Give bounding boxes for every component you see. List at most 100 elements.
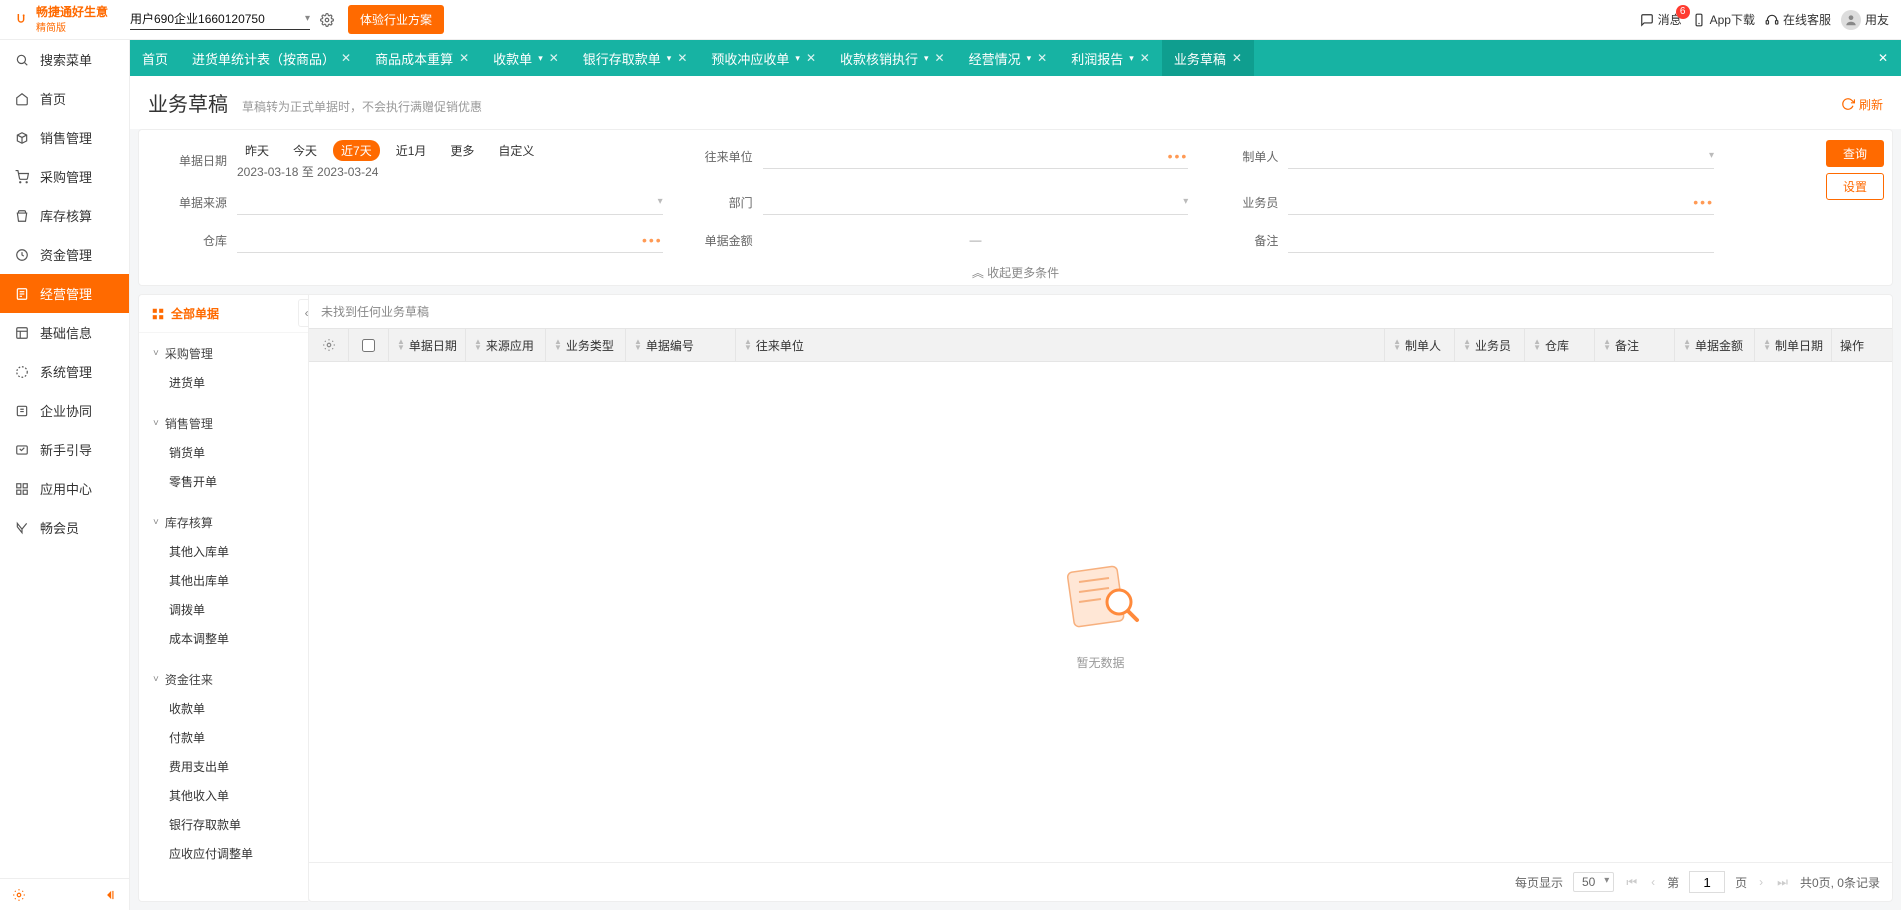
dept-select[interactable]: ▾ xyxy=(763,189,1189,215)
gear-icon[interactable] xyxy=(316,9,338,31)
category-leaf[interactable]: 其他入库单 xyxy=(139,537,308,566)
category-group-label: 采购管理 xyxy=(165,345,213,362)
collapse-nav-icon[interactable] xyxy=(103,887,117,902)
workspace-tab[interactable]: 利润报告▾✕ xyxy=(1059,40,1162,76)
th[interactable]: ▲▼制单日期 xyxy=(1755,329,1832,361)
th[interactable]: ▲▼仓库 xyxy=(1525,329,1595,361)
workspace-tab[interactable]: 预收冲应收单▾✕ xyxy=(699,40,828,76)
workspace-tab[interactable]: 首页 xyxy=(130,40,180,76)
close-tab-icon[interactable]: ✕ xyxy=(1140,51,1150,65)
source-select[interactable]: ▾ xyxy=(237,189,663,215)
remark-input[interactable] xyxy=(1288,227,1714,253)
close-tab-icon[interactable]: ✕ xyxy=(1037,51,1047,65)
collapse-filters-button[interactable]: ︽ 收起更多条件 xyxy=(931,260,1101,285)
online-service-button[interactable]: 在线客服 xyxy=(1765,11,1831,28)
settings-button[interactable]: 设置 xyxy=(1826,173,1884,200)
category-group[interactable]: ˅采购管理 xyxy=(139,339,308,368)
page-last-icon[interactable]: ⏭ xyxy=(1775,875,1790,890)
category-leaf[interactable]: 进货单 xyxy=(139,368,308,397)
leftnav-item[interactable]: 基础信息 xyxy=(0,313,129,352)
refresh-button[interactable]: 刷新 xyxy=(1841,96,1883,113)
leftnav-item[interactable]: 应用中心 xyxy=(0,469,129,508)
quick-today[interactable]: 今天 xyxy=(285,140,325,161)
leftnav-item[interactable]: 搜索菜单 xyxy=(0,40,129,79)
category-leaf[interactable]: 销货单 xyxy=(139,438,308,467)
close-tab-icon[interactable]: ✕ xyxy=(677,51,687,65)
category-group[interactable]: ˅资金往来 xyxy=(139,665,308,694)
leftnav-item[interactable]: 企业协同 xyxy=(0,391,129,430)
collapse-side-button[interactable]: « xyxy=(298,299,308,327)
page-first-icon[interactable]: ⏮ xyxy=(1624,875,1639,890)
category-leaf[interactable]: 付款单 xyxy=(139,723,308,752)
leftnav-item[interactable]: 系统管理 xyxy=(0,352,129,391)
workspace-tab[interactable]: 业务草稿✕ xyxy=(1162,40,1254,76)
th-settings[interactable] xyxy=(309,329,349,361)
workspace-tab[interactable]: 收款核销执行▾✕ xyxy=(828,40,957,76)
workspace-tab[interactable]: 经营情况▾✕ xyxy=(957,40,1060,76)
category-group[interactable]: ˅库存核算 xyxy=(139,508,308,537)
workspace-tab[interactable]: 进货单统计表（按商品）✕ xyxy=(180,40,363,76)
leftnav-item[interactable]: 畅会员 xyxy=(0,508,129,547)
user-menu[interactable]: 用友 xyxy=(1841,10,1889,30)
bizman-select[interactable]: ••• xyxy=(1288,189,1714,215)
category-leaf[interactable]: 调拨单 xyxy=(139,595,308,624)
th[interactable]: 操作 xyxy=(1832,329,1892,361)
close-tab-icon[interactable]: ✕ xyxy=(549,51,559,65)
th-checkbox[interactable] xyxy=(349,329,389,361)
th[interactable]: ▲▼业务类型 xyxy=(546,329,626,361)
close-tab-icon[interactable]: ✕ xyxy=(341,51,351,65)
workspace-tab[interactable]: 商品成本重算✕ xyxy=(363,40,481,76)
leftnav-item[interactable]: 销售管理 xyxy=(0,118,129,157)
app-download-button[interactable]: App下载 xyxy=(1692,11,1755,28)
leftnav-item[interactable]: 新手引导 xyxy=(0,430,129,469)
th[interactable]: ▲▼单据金额 xyxy=(1675,329,1755,361)
close-tab-icon[interactable]: ✕ xyxy=(935,51,945,65)
category-leaf[interactable]: 应收应付调整单 xyxy=(139,839,308,868)
th[interactable]: ▲▼单据编号 xyxy=(626,329,736,361)
leftnav-item[interactable]: 库存核算 xyxy=(0,196,129,235)
category-leaf[interactable]: 零售开单 xyxy=(139,467,308,496)
close-tab-icon[interactable]: ✕ xyxy=(1232,51,1242,65)
category-leaf[interactable]: 其他收入单 xyxy=(139,781,308,810)
close-all-tabs-icon[interactable]: ✕ xyxy=(1865,40,1901,76)
page-prev-icon[interactable]: ‹ xyxy=(1649,875,1657,889)
quick-more[interactable]: 更多 xyxy=(442,140,482,161)
settings-footer-icon[interactable] xyxy=(12,887,26,902)
quick-yesterday[interactable]: 昨天 xyxy=(237,140,277,161)
category-leaf[interactable]: 银行存取款单 xyxy=(139,810,308,839)
th[interactable]: ▲▼制单人 xyxy=(1385,329,1455,361)
tenant-selector[interactable]: 用户690企业1660120750 ▾ xyxy=(130,10,310,30)
th[interactable]: ▲▼业务员 xyxy=(1455,329,1525,361)
quick-custom[interactable]: 自定义 xyxy=(490,140,542,161)
leftnav-item[interactable]: 资金管理 xyxy=(0,235,129,274)
category-leaf[interactable]: 收款单 xyxy=(139,694,308,723)
th[interactable]: ▲▼往来单位 xyxy=(736,329,1385,361)
leftnav-item[interactable]: 首页 xyxy=(0,79,129,118)
close-tab-icon[interactable]: ✕ xyxy=(806,51,816,65)
category-leaf[interactable]: 成本调整单 xyxy=(139,624,308,653)
th[interactable]: ▲▼来源应用 xyxy=(466,329,546,361)
creator-select[interactable]: ▾ xyxy=(1288,143,1714,169)
category-title[interactable]: 全部单据 xyxy=(139,295,308,333)
quick-last7[interactable]: 近7天 xyxy=(333,140,380,161)
category-leaf[interactable]: 费用支出单 xyxy=(139,752,308,781)
page-next-icon[interactable]: › xyxy=(1757,875,1765,889)
th[interactable]: ▲▼备注 xyxy=(1595,329,1675,361)
search-button[interactable]: 查询 xyxy=(1826,140,1884,167)
close-tab-icon[interactable]: ✕ xyxy=(459,51,469,65)
messages-button[interactable]: 消息 6 xyxy=(1640,11,1682,28)
select-all-checkbox[interactable] xyxy=(362,339,375,352)
warehouse-select[interactable]: ••• xyxy=(237,227,663,253)
try-industry-button[interactable]: 体验行业方案 xyxy=(348,5,444,34)
category-leaf[interactable]: 其他出库单 xyxy=(139,566,308,595)
quick-month[interactable]: 近1月 xyxy=(388,140,435,161)
leftnav-item[interactable]: 经营管理 xyxy=(0,274,129,313)
workspace-tab[interactable]: 银行存取款单▾✕ xyxy=(571,40,700,76)
category-group[interactable]: ˅销售管理 xyxy=(139,409,308,438)
th[interactable]: ▲▼单据日期 xyxy=(389,329,466,361)
page-input[interactable] xyxy=(1689,871,1725,893)
workspace-tab[interactable]: 收款单▾✕ xyxy=(481,40,571,76)
per-page-select[interactable]: 50 xyxy=(1573,872,1614,892)
partner-select[interactable]: ••• xyxy=(763,143,1189,169)
leftnav-item[interactable]: 采购管理 xyxy=(0,157,129,196)
